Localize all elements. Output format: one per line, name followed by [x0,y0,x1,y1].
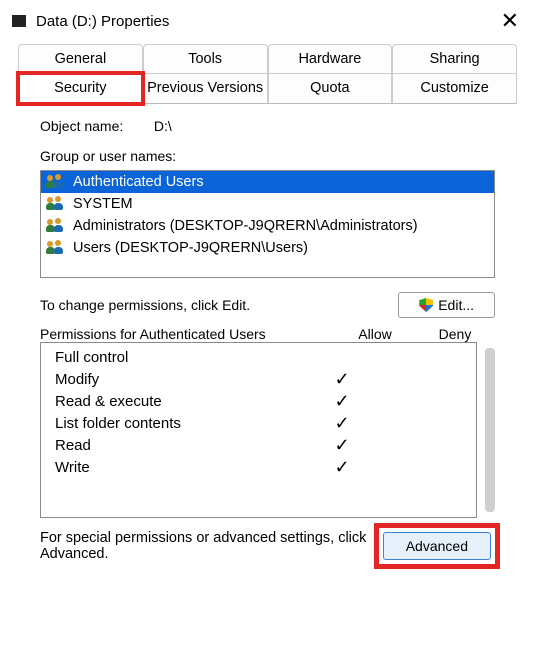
permission-name: Read & execute [55,393,302,410]
deny-header: Deny [415,326,495,342]
list-item[interactable]: Administrators (DESKTOP-J9QRERN\Administ… [41,215,494,237]
list-item[interactable]: SYSTEM [41,193,494,215]
permissions-list: Full controlModify✓Read & execute✓List f… [40,342,477,518]
tab-quota[interactable]: Quota [268,73,393,103]
shield-icon [419,298,433,312]
advanced-hint: For special permissions or advanced sett… [40,530,369,562]
scrollbar[interactable] [485,348,495,512]
users-icon [47,196,67,212]
permission-name: Full control [55,349,302,366]
tab-customize[interactable]: Customize [392,73,517,103]
list-item-label: Users (DESKTOP-J9QRERN\Users) [73,240,308,256]
tab-hardware[interactable]: Hardware [268,44,393,73]
users-icon [47,174,67,190]
group-label: Group or user names: [40,148,495,164]
allow-cell: ✓ [302,392,382,410]
tab-panel-security: Object name: D:\ Group or user names: Au… [18,104,517,572]
allow-cell: ✓ [302,458,382,476]
close-icon[interactable]: ✕ [497,10,523,32]
permission-row: Modify✓ [41,368,476,390]
list-item[interactable]: Authenticated Users [41,171,494,193]
allow-cell: ✓ [302,436,382,454]
window-title: Data (D:) Properties [36,13,169,30]
users-icon [47,240,67,256]
permissions-title: Permissions for Authenticated Users [40,326,335,342]
edit-button[interactable]: Edit... [398,292,495,318]
permission-row: Full control [41,347,476,368]
allow-header: Allow [335,326,415,342]
list-item-label: Authenticated Users [73,174,204,190]
permission-row: Read & execute✓ [41,390,476,412]
list-item[interactable]: Users (DESKTOP-J9QRERN\Users) [41,237,494,259]
list-item-label: Administrators (DESKTOP-J9QRERN\Administ… [73,218,418,234]
title-bar: Data (D:) Properties ✕ [0,0,535,38]
edit-button-label: Edit... [438,297,474,313]
permission-name: Read [55,437,302,454]
tab-previous-versions[interactable]: Previous Versions [143,73,268,103]
list-item-label: SYSTEM [73,196,133,212]
edit-hint: To change permissions, click Edit. [40,297,398,313]
permission-name: Modify [55,371,302,388]
permission-name: Write [55,459,302,476]
tab-strip: General Tools Hardware Sharing Security … [18,44,517,104]
advanced-button[interactable]: Advanced [383,532,491,560]
permission-row: List folder contents✓ [41,412,476,434]
permission-row: Read✓ [41,434,476,456]
users-icon [47,218,67,234]
advanced-button-label: Advanced [406,538,468,554]
user-list[interactable]: Authenticated Users SYSTEM Administrator… [40,170,495,278]
allow-cell: ✓ [302,414,382,432]
tab-general[interactable]: General [18,44,143,73]
object-name-row: Object name: D:\ [40,118,495,134]
object-name-value: D:\ [154,118,172,134]
permission-row: Write✓ [41,456,476,478]
tab-sharing[interactable]: Sharing [392,44,517,73]
tab-security[interactable]: Security [18,73,143,104]
permission-name: List folder contents [55,415,302,432]
object-name-label: Object name: [40,118,150,134]
allow-cell: ✓ [302,370,382,388]
tab-tools[interactable]: Tools [143,44,268,73]
drive-icon [12,15,26,27]
advanced-highlight: Advanced [379,528,495,564]
